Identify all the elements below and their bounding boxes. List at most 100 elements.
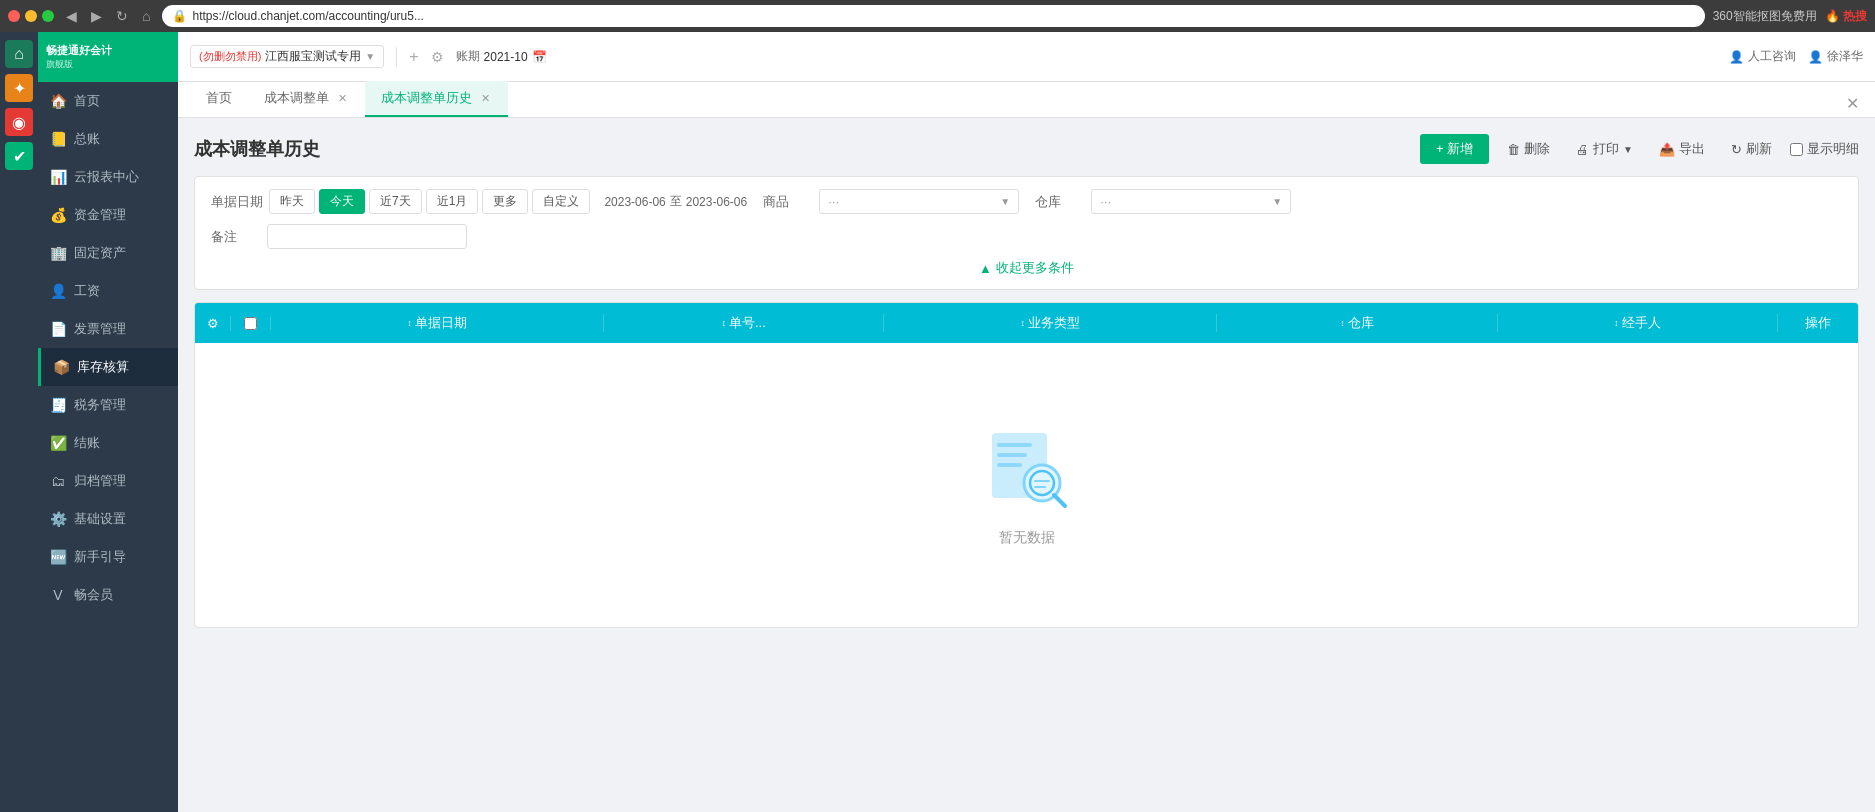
show-detail-input[interactable] bbox=[1790, 143, 1803, 156]
date-to: 2023-06-06 bbox=[686, 195, 747, 209]
empty-icon bbox=[977, 423, 1077, 513]
home-btn[interactable]: ⌂ bbox=[138, 6, 154, 26]
th-warehouse[interactable]: ↕ 仓库 bbox=[1217, 314, 1497, 332]
th-warehouse-label: 仓库 bbox=[1348, 314, 1374, 332]
th-date-label: 单据日期 bbox=[415, 314, 467, 332]
date-btn-1month[interactable]: 近1月 bbox=[426, 189, 479, 214]
address-bar[interactable]: 🔒 https://cloud.chanjet.com/accounting/u… bbox=[162, 5, 1704, 27]
date-btn-custom[interactable]: 自定义 bbox=[532, 189, 590, 214]
sidebar: 畅捷通好会计 旗舰版 🏠首页📒总账📊云报表中心💰资金管理🏢固定资产👤工资📄发票管… bbox=[38, 32, 178, 812]
export-btn[interactable]: 📤 导出 bbox=[1651, 136, 1713, 162]
svg-rect-2 bbox=[997, 453, 1027, 457]
refresh-btn[interactable]: ↻ bbox=[112, 6, 132, 26]
th-date[interactable]: ↕ 单据日期 bbox=[271, 314, 604, 332]
add-company-btn[interactable]: + bbox=[409, 48, 418, 66]
window-close-btn[interactable]: ✕ bbox=[1842, 90, 1863, 117]
sidebar-item-payroll[interactable]: 👤工资 bbox=[38, 272, 178, 310]
collapse-btn[interactable]: ▲ 收起更多条件 bbox=[979, 259, 1074, 277]
left-icon-orange[interactable]: ✦ bbox=[5, 74, 33, 102]
th-billno[interactable]: ↕ 单号... bbox=[604, 314, 884, 332]
filter-remark-input[interactable] bbox=[267, 224, 467, 249]
th-billno-label: 单号... bbox=[729, 314, 766, 332]
company-selector[interactable]: (勿删勿禁用) 江西服宝测试专用 ▼ bbox=[190, 45, 384, 68]
export-label: 导出 bbox=[1679, 140, 1705, 158]
date-btn-7days[interactable]: 近7天 bbox=[369, 189, 422, 214]
sidebar-icon-invoice: 📄 bbox=[50, 321, 66, 337]
tab-home[interactable]: 首页 bbox=[190, 81, 248, 117]
settings-icon: ⚙ bbox=[207, 316, 219, 331]
forward-btn[interactable]: ▶ bbox=[87, 6, 106, 26]
sidebar-label-fund: 资金管理 bbox=[74, 206, 126, 224]
sidebar-item-report[interactable]: 📊云报表中心 bbox=[38, 158, 178, 196]
th-person-label: 经手人 bbox=[1622, 314, 1661, 332]
th-biztype[interactable]: ↕ 业务类型 bbox=[884, 314, 1217, 332]
delete-icon: 🗑 bbox=[1507, 142, 1520, 157]
th-settings[interactable]: ⚙ bbox=[195, 316, 231, 331]
sidebar-logo-sub: 旗舰版 bbox=[46, 58, 112, 71]
delete-btn[interactable]: 🗑 删除 bbox=[1499, 136, 1558, 162]
sidebar-item-fixed[interactable]: 🏢固定资产 bbox=[38, 234, 178, 272]
filter-goods-item: 商品 ··· ▼ bbox=[763, 189, 1019, 214]
sidebar-item-fund[interactable]: 💰资金管理 bbox=[38, 196, 178, 234]
minimize-window-btn[interactable] bbox=[25, 10, 37, 22]
sidebar-item-vip[interactable]: V畅会员 bbox=[38, 576, 178, 614]
left-icon-green[interactable]: ✔ bbox=[5, 142, 33, 170]
tab-cost-adjust-history-close[interactable]: ✕ bbox=[478, 91, 492, 105]
date-range-display: 2023-06-06 至 2023-06-06 bbox=[604, 193, 747, 210]
sidebar-label-fixed: 固定资产 bbox=[74, 244, 126, 262]
print-btn[interactable]: 🖨 打印 ▼ bbox=[1568, 136, 1641, 162]
consult-btn[interactable]: 👤 人工咨询 bbox=[1729, 48, 1796, 65]
left-icon-home[interactable]: ⌂ bbox=[5, 40, 33, 68]
page-title: 成本调整单历史 bbox=[194, 137, 320, 161]
sidebar-menu: 🏠首页📒总账📊云报表中心💰资金管理🏢固定资产👤工资📄发票管理📦库存核算🧾税务管理… bbox=[38, 82, 178, 812]
period-selector[interactable]: 账期 2021-10 📅 bbox=[456, 48, 547, 65]
filter-warehouse-placeholder: ··· bbox=[1100, 194, 1111, 209]
filter-date-label: 单据日期 bbox=[211, 193, 263, 211]
refresh-btn[interactable]: ↻ 刷新 bbox=[1723, 136, 1780, 162]
sidebar-item-archive[interactable]: 🗂归档管理 bbox=[38, 462, 178, 500]
print-dropdown-icon: ▼ bbox=[1623, 144, 1633, 155]
browser-nav: ◀ ▶ ↻ ⌂ bbox=[62, 6, 154, 26]
sidebar-label-archive: 归档管理 bbox=[74, 472, 126, 490]
page-actions: + 新增 🗑 删除 🖨 打印 ▼ 📤 导出 ↻ bbox=[1420, 134, 1859, 164]
sidebar-item-guide[interactable]: 🆕新手引导 bbox=[38, 538, 178, 576]
user-menu[interactable]: 👤 徐泽华 bbox=[1808, 48, 1863, 65]
sidebar-item-invoice[interactable]: 📄发票管理 bbox=[38, 310, 178, 348]
date-sort-icon: ↕ bbox=[407, 319, 412, 328]
th-person[interactable]: ↕ 经手人 bbox=[1498, 314, 1778, 332]
date-btn-today[interactable]: 今天 bbox=[319, 189, 365, 214]
th-biztype-label: 业务类型 bbox=[1028, 314, 1080, 332]
sidebar-item-home[interactable]: 🏠首页 bbox=[38, 82, 178, 120]
left-icon-red[interactable]: ◉ bbox=[5, 108, 33, 136]
divider-1 bbox=[396, 47, 397, 67]
tab-home-label: 首页 bbox=[206, 89, 232, 107]
sidebar-label-payroll: 工资 bbox=[74, 282, 100, 300]
calendar-icon[interactable]: 📅 bbox=[532, 50, 547, 64]
sidebar-item-settle[interactable]: ✅结账 bbox=[38, 424, 178, 462]
maximize-window-btn[interactable] bbox=[42, 10, 54, 22]
tab-cost-adjust[interactable]: 成本调整单 ✕ bbox=[248, 81, 365, 117]
date-btn-yesterday[interactable]: 昨天 bbox=[269, 189, 315, 214]
add-btn[interactable]: + 新增 bbox=[1420, 134, 1489, 164]
empty-text: 暂无数据 bbox=[999, 529, 1055, 547]
filter-goods-select[interactable]: ··· ▼ bbox=[819, 189, 1019, 214]
sidebar-label-settings: 基础设置 bbox=[74, 510, 126, 528]
sidebar-item-tax[interactable]: 🧾税务管理 bbox=[38, 386, 178, 424]
select-all-checkbox[interactable] bbox=[244, 317, 257, 330]
show-detail-checkbox[interactable]: 显示明细 bbox=[1790, 140, 1859, 158]
sidebar-item-settings[interactable]: ⚙️基础设置 bbox=[38, 500, 178, 538]
sidebar-item-inventory[interactable]: 📦库存核算 bbox=[38, 348, 178, 386]
sidebar-item-ledger[interactable]: 📒总账 bbox=[38, 120, 178, 158]
export-icon: 📤 bbox=[1659, 142, 1675, 157]
tab-cost-adjust-history[interactable]: 成本调整单历史 ✕ bbox=[365, 81, 508, 117]
th-checkbox[interactable] bbox=[231, 317, 271, 330]
close-window-btn[interactable] bbox=[8, 10, 20, 22]
sidebar-icon-settle: ✅ bbox=[50, 435, 66, 451]
sidebar-label-guide: 新手引导 bbox=[74, 548, 126, 566]
tab-cost-adjust-history-label: 成本调整单历史 bbox=[381, 89, 472, 107]
back-btn[interactable]: ◀ bbox=[62, 6, 81, 26]
settings-icon[interactable]: ⚙ bbox=[431, 49, 444, 65]
filter-warehouse-select[interactable]: ··· ▼ bbox=[1091, 189, 1291, 214]
date-btn-more[interactable]: 更多 bbox=[482, 189, 528, 214]
tab-cost-adjust-close[interactable]: ✕ bbox=[335, 91, 349, 105]
